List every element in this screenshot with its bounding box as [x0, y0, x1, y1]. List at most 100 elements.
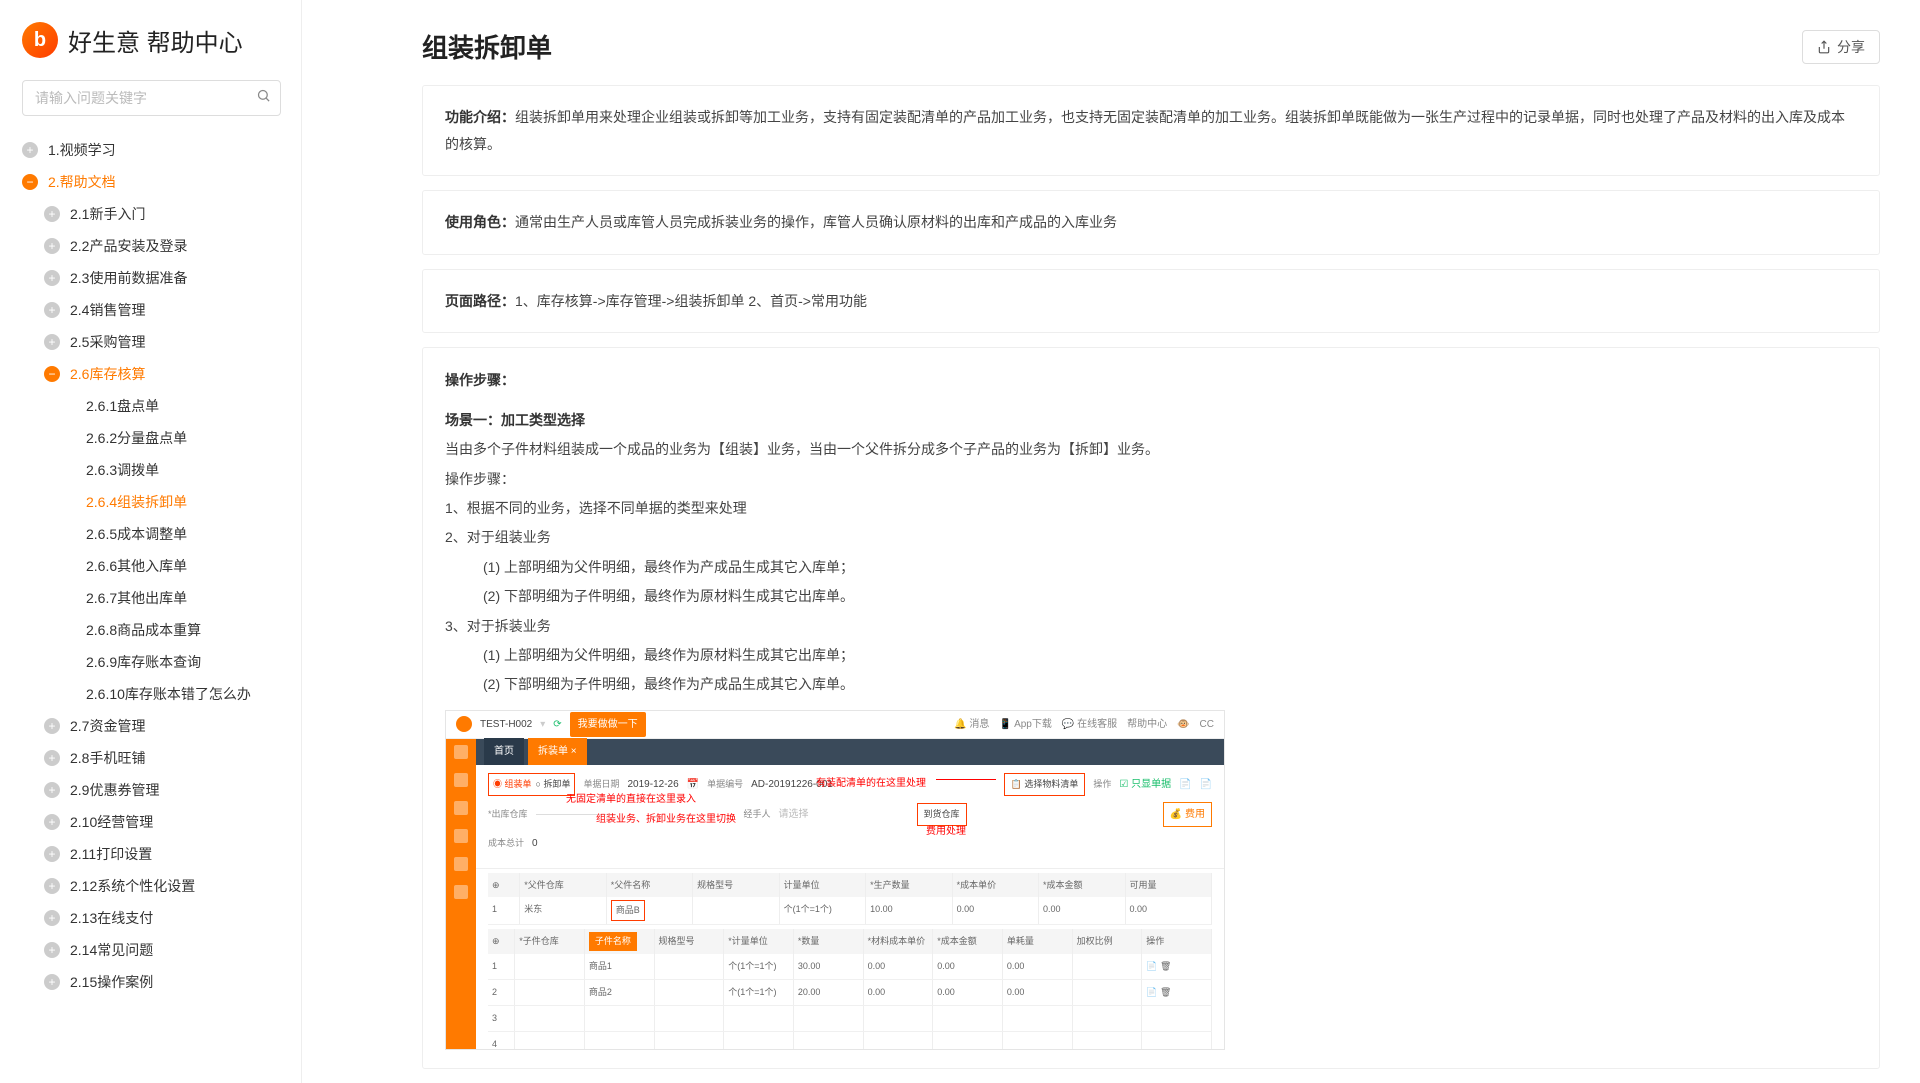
main-content: 组装拆卸单 分享 功能介绍：组装拆卸单用来处理企业组装或拆卸等加工业务，支持有固…: [302, 0, 1920, 1083]
nav-2-6-3[interactable]: 2.6.3调拨单: [22, 454, 281, 486]
ss-list-btn: 📋 选择物料清单: [1004, 773, 1086, 796]
step2b: (2) 下部明细为子件明细，最终作为原材料生成其它出库单。: [445, 582, 1857, 611]
step3a: (1) 上部明细为父件明细，最终作为原材料生成其它出库单；: [445, 641, 1857, 670]
nav-2-6-9[interactable]: 2.6.9库存账本查询: [22, 646, 281, 678]
ss-anno-list: 有装配清单的在这里处理: [816, 773, 926, 794]
nav-2-6-1[interactable]: 2.6.1盘点单: [22, 390, 281, 422]
scene1-desc: 当由多个子件材料组装成一个成品的业务为【组装】业务，当由一个父件拆分成多个子产品…: [445, 441, 1159, 457]
share-button[interactable]: 分享: [1802, 30, 1880, 64]
ss-msg: 🔔 消息: [954, 714, 989, 735]
nav-2-2[interactable]: +2.2产品安装及登录: [22, 230, 281, 262]
ss-nav-icon: [454, 829, 468, 843]
search-input[interactable]: [22, 80, 281, 116]
site-title: 好生意 帮助中心: [68, 23, 243, 58]
plus-icon: +: [44, 270, 60, 286]
nav-docs[interactable]: −2.帮助文档: [22, 166, 281, 198]
nav-2-6-2[interactable]: 2.6.2分量盘点单: [22, 422, 281, 454]
ss-tab-active: 拆装单 ×: [528, 738, 587, 765]
steps-card: 操作步骤： 场景一：加工类型选择 当由多个子件材料组装成一个成品的业务为【组装】…: [422, 347, 1880, 1068]
nav-2-6-10[interactable]: 2.6.10库存账本错了怎么办: [22, 678, 281, 710]
share-icon: [1817, 40, 1831, 54]
role-label: 使用角色：: [445, 214, 515, 230]
nav-2-9[interactable]: +2.9优惠券管理: [22, 774, 281, 806]
nav-2-13[interactable]: +2.13在线支付: [22, 902, 281, 934]
ss-fee-btn: 💰 费用: [1163, 802, 1212, 827]
ss-nav-icon: [454, 773, 468, 787]
ss-tabs: 首页 拆装单 ×: [476, 739, 1224, 765]
plus-icon: +: [44, 942, 60, 958]
plus-icon: +: [44, 846, 60, 862]
ss-arrow-icon: [936, 779, 996, 780]
ss-help: 帮助中心: [1127, 714, 1167, 735]
nav-2-6-8[interactable]: 2.6.8商品成本重算: [22, 614, 281, 646]
role-text: 通常由生产人员或库管人员完成拆装业务的操作，库管人员确认原材料的出库和产成品的入…: [515, 214, 1117, 230]
ss-anno-switch: 组装业务、拆卸业务在这里切换: [596, 809, 736, 830]
share-label: 分享: [1837, 37, 1865, 57]
path-label: 页面路径：: [445, 293, 515, 309]
ss-nav-icon: [454, 745, 468, 759]
nav-2-6-5[interactable]: 2.6.5成本调整单: [22, 518, 281, 550]
scene1-title: 场景一：加工类型选择: [445, 406, 1857, 435]
nav-2-12[interactable]: +2.12系统个性化设置: [22, 870, 281, 902]
plus-icon: +: [44, 718, 60, 734]
ss-nav-icon: [454, 857, 468, 871]
nav-2-6-7[interactable]: 2.6.7其他出库单: [22, 582, 281, 614]
minus-icon: −: [44, 366, 60, 382]
ss-type-radio: ◉ 组装单○ 拆卸单: [488, 773, 575, 796]
minus-icon: −: [22, 174, 38, 190]
path-text: 1、库存核算->库存管理->组装拆卸单 2、首页->常用功能: [515, 293, 867, 309]
nav-2-6-6[interactable]: 2.6.6其他入库单: [22, 550, 281, 582]
plus-icon: +: [44, 814, 60, 830]
ss-tab-home: 首页: [484, 738, 524, 765]
ss-anno-direct: 无固定清单的直接在这里录入: [566, 789, 696, 810]
ss-app: 📱 App下载: [999, 714, 1051, 735]
logo-row: b 好生意 帮助中心: [22, 22, 281, 58]
plus-icon: +: [44, 238, 60, 254]
plus-icon: +: [44, 750, 60, 766]
ops-label: 操作步骤：: [445, 372, 515, 388]
role-card: 使用角色：通常由生产人员或库管人员完成拆装业务的操作，库管人员确认原材料的出库和…: [422, 190, 1880, 255]
nav-2-10[interactable]: +2.10经营管理: [22, 806, 281, 838]
ss-nav-icon: [454, 885, 468, 899]
plus-icon: +: [44, 910, 60, 926]
logo-icon: b: [22, 22, 58, 58]
nav-2-11[interactable]: +2.11打印设置: [22, 838, 281, 870]
search-box: [22, 80, 281, 116]
nav-2-14[interactable]: +2.14常见问题: [22, 934, 281, 966]
nav-2-6[interactable]: −2.6库存核算: [22, 358, 281, 390]
step3b: (2) 下部明细为子件明细，最终作为产成品生成其它入库单。: [445, 670, 1857, 699]
intro-label: 功能介绍：: [445, 109, 515, 125]
path-card: 页面路径：1、库存核算->库存管理->组装拆卸单 2、首页->常用功能: [422, 269, 1880, 334]
intro-text: 组装拆卸单用来处理企业组装或拆卸等加工业务，支持有固定装配清单的产品加工业务，也…: [445, 109, 1845, 152]
ss-avatar-icon: 🐵: [1177, 714, 1189, 735]
plus-icon: +: [44, 302, 60, 318]
nav-2-3[interactable]: +2.3使用前数据准备: [22, 262, 281, 294]
nav-2-6-4[interactable]: 2.6.4组装拆卸单: [22, 486, 281, 518]
plus-icon: +: [44, 974, 60, 990]
nav-2-15[interactable]: +2.15操作案例: [22, 966, 281, 998]
page-title: 组装拆卸单: [422, 28, 552, 65]
ss-nav-icon: [454, 801, 468, 815]
ss-anno-fee: 费用处理: [926, 821, 966, 842]
intro-card: 功能介绍：组装拆卸单用来处理企业组装或拆卸等加工业务，支持有固定装配清单的产品加…: [422, 85, 1880, 176]
plus-icon: +: [44, 206, 60, 222]
plus-icon: +: [44, 782, 60, 798]
nav-2-4[interactable]: +2.4销售管理: [22, 294, 281, 326]
ss-svc: 💬 在线客服: [1062, 714, 1117, 735]
search-icon[interactable]: [256, 88, 271, 108]
step2: 2、对于组装业务: [445, 529, 551, 545]
ss-table: ⊕*父件仓库*父件名称规格型号计量单位*生产数量*成本单价*成本金额可用量 1米…: [476, 869, 1224, 1050]
sidebar: b 好生意 帮助中心 +1.视频学习 −2.帮助文档 +2.1新手入门 +2.2…: [0, 0, 302, 1083]
nav-2-5[interactable]: +2.5采购管理: [22, 326, 281, 358]
ss-code: TEST-H002: [480, 714, 532, 735]
ss-user: CC: [1200, 714, 1214, 735]
nav-2-1[interactable]: +2.1新手入门: [22, 198, 281, 230]
nav-2-8[interactable]: +2.8手机旺铺: [22, 742, 281, 774]
plus-icon: +: [44, 878, 60, 894]
step1: 1、根据不同的业务，选择不同单据的类型来处理: [445, 500, 747, 516]
ss-topbar: TEST-H002 ▾ ⟳ 我要做做一下 🔔 消息 📱 App下载 💬 在线客服…: [446, 711, 1224, 739]
nav-video[interactable]: +1.视频学习: [22, 134, 281, 166]
ss-logo-icon: [456, 716, 472, 732]
nav-2-7[interactable]: +2.7资金管理: [22, 710, 281, 742]
step2a: (1) 上部明细为父件明细，最终作为产成品生成其它入库单；: [445, 553, 1857, 582]
